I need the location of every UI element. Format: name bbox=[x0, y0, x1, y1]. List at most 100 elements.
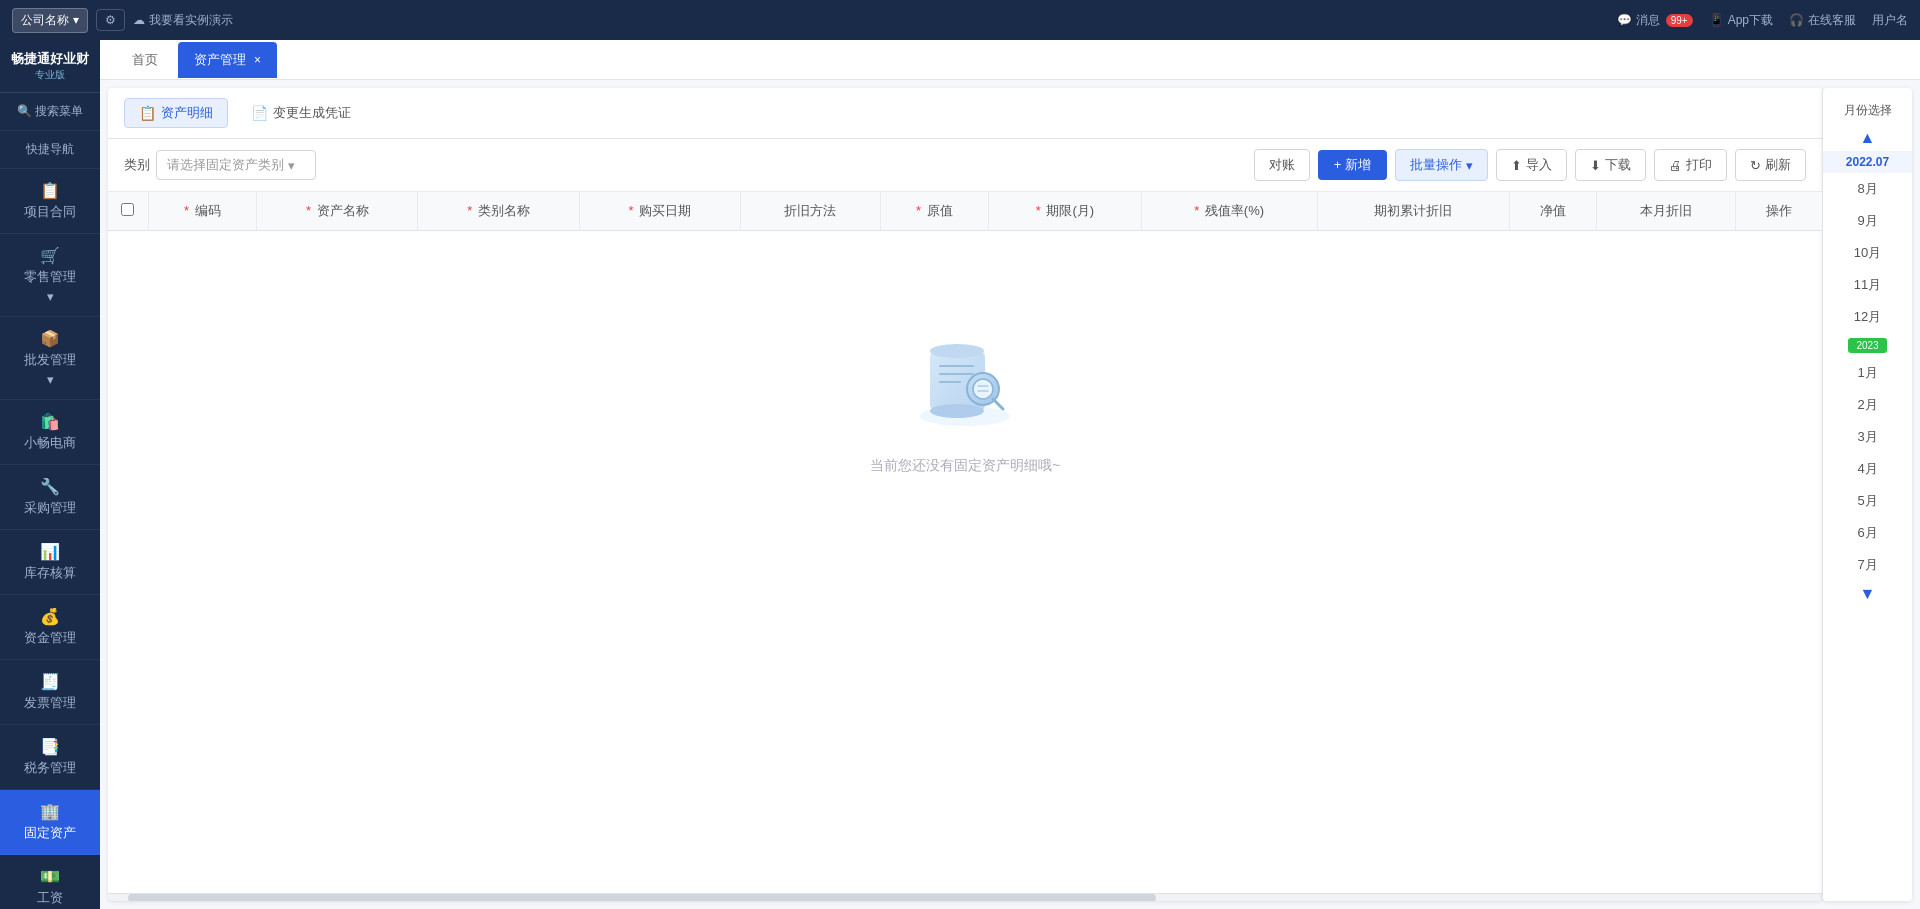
assets-table: * 编码 * 资产名称 * 类别名称 bbox=[108, 192, 1822, 565]
category-filter: 类别 请选择固定资产类别 ▾ bbox=[124, 150, 316, 180]
year-2023-badge: 2023 bbox=[1848, 338, 1886, 353]
sidebar-item-search[interactable]: 🔍 搜索菜单 bbox=[0, 93, 100, 131]
import-button[interactable]: ⬆ 导入 bbox=[1496, 149, 1567, 181]
online-service-button[interactable]: 🎧 在线客服 bbox=[1789, 12, 1856, 29]
month-item-2[interactable]: 2月 bbox=[1823, 389, 1912, 421]
th-name: * 资产名称 bbox=[257, 192, 418, 231]
th-residual-rate: * 残值率(%) bbox=[1141, 192, 1317, 231]
download-button[interactable]: ⬇ 下载 bbox=[1575, 149, 1646, 181]
th-category: * 类别名称 bbox=[418, 192, 579, 231]
tab-close-icon[interactable]: × bbox=[254, 53, 261, 67]
sub-tabs: 📋 资产明细 📄 变更生成凭证 bbox=[108, 88, 1822, 139]
fixed-assets-icon: 🏢 bbox=[40, 802, 60, 821]
message-badge: 99+ bbox=[1666, 14, 1693, 27]
svg-point-2 bbox=[930, 344, 984, 358]
company-name: 公司名称 bbox=[21, 12, 69, 29]
print-icon: 🖨 bbox=[1669, 158, 1682, 173]
download-icon: ⬇ bbox=[1590, 158, 1601, 173]
select-all-checkbox[interactable] bbox=[121, 203, 134, 216]
wholesale-arrow: ▾ bbox=[47, 372, 54, 387]
th-code: * 编码 bbox=[148, 192, 257, 231]
th-original-value: * 原值 bbox=[880, 192, 989, 231]
page-content: 📋 资产明细 📄 变更生成凭证 类别 请选择固定资产类别 ▾ bbox=[100, 80, 1920, 909]
category-label: 类别 bbox=[124, 156, 150, 174]
month-item-3[interactable]: 3月 bbox=[1823, 421, 1912, 453]
month-item-4[interactable]: 4月 bbox=[1823, 453, 1912, 485]
company-selector[interactable]: 公司名称 ▾ bbox=[12, 8, 88, 33]
category-select[interactable]: 请选择固定资产类别 ▾ bbox=[156, 150, 316, 180]
project-icon: 📋 bbox=[40, 181, 60, 200]
sidebar-item-purchase[interactable]: 🔧 采购管理 bbox=[0, 465, 100, 530]
tax-icon: 📑 bbox=[40, 737, 60, 756]
tab-home[interactable]: 首页 bbox=[116, 42, 174, 78]
th-purchase-date: * 购买日期 bbox=[579, 192, 740, 231]
refresh-icon: ↻ bbox=[1750, 158, 1761, 173]
invoice-icon: 🧾 bbox=[40, 672, 60, 691]
tab-assets[interactable]: 资产管理 × bbox=[178, 42, 277, 78]
month-item-8[interactable]: 8月 bbox=[1823, 173, 1912, 205]
month-down-nav[interactable]: ▼ bbox=[1856, 581, 1880, 607]
headset-icon: 🎧 bbox=[1789, 13, 1804, 27]
sidebar-item-salary[interactable]: 💵 工资 bbox=[0, 855, 100, 909]
th-depreciation-method: 折旧方法 bbox=[740, 192, 880, 231]
sidebar-item-quick-nav[interactable]: 快捷导航 bbox=[0, 131, 100, 169]
user-info[interactable]: 用户名 bbox=[1872, 12, 1908, 29]
sub-tab-detail[interactable]: 📋 资产明细 bbox=[124, 98, 228, 128]
svg-point-8 bbox=[973, 379, 993, 399]
add-button[interactable]: + 新增 bbox=[1318, 150, 1387, 180]
main-layout: 畅捷通好业财 专业版 🔍 搜索菜单 快捷导航 📋 项目合同 🛒 零售管理 ▾ 📦… bbox=[0, 40, 1920, 909]
empty-illustration bbox=[905, 321, 1025, 441]
month-item-11[interactable]: 11月 bbox=[1823, 269, 1912, 301]
toolbar: 类别 请选择固定资产类别 ▾ 对账 + 新增 bbox=[108, 139, 1822, 192]
wholesale-icon: 📦 bbox=[40, 329, 60, 348]
month-item-7[interactable]: 7月 bbox=[1823, 549, 1912, 581]
sidebar-item-project[interactable]: 📋 项目合同 bbox=[0, 169, 100, 234]
sidebar-item-fixed-assets[interactable]: 🏢 固定资产 bbox=[0, 790, 100, 855]
month-item-1[interactable]: 1月 bbox=[1823, 357, 1912, 389]
month-item-5[interactable]: 5月 bbox=[1823, 485, 1912, 517]
month-item-6[interactable]: 6月 bbox=[1823, 517, 1912, 549]
detail-tab-label: 资产明细 bbox=[161, 104, 213, 122]
month-year-display[interactable]: 2022.07 bbox=[1823, 151, 1912, 173]
message-button[interactable]: 💬 消息 99+ bbox=[1617, 12, 1693, 29]
brand-subtitle: 专业版 bbox=[8, 68, 92, 82]
reconcile-button[interactable]: 对账 bbox=[1254, 149, 1310, 181]
sidebar-item-tax[interactable]: 📑 税务管理 bbox=[0, 725, 100, 790]
main-panel: 📋 资产明细 📄 变更生成凭证 类别 请选择固定资产类别 ▾ bbox=[108, 88, 1822, 901]
sidebar-item-ecommerce[interactable]: 🛍️ 小畅电商 bbox=[0, 400, 100, 465]
month-up-nav[interactable]: ▲ bbox=[1856, 125, 1880, 151]
print-button[interactable]: 🖨 打印 bbox=[1654, 149, 1727, 181]
sidebar-item-retail[interactable]: 🛒 零售管理 ▾ bbox=[0, 234, 100, 317]
phone-icon: 📱 bbox=[1709, 13, 1724, 27]
category-arrow-icon: ▾ bbox=[288, 158, 295, 173]
sidebar-item-invoice[interactable]: 🧾 发票管理 bbox=[0, 660, 100, 725]
sidebar-item-wholesale[interactable]: 📦 批发管理 ▾ bbox=[0, 317, 100, 400]
sidebar-item-finance[interactable]: 💰 资金管理 bbox=[0, 595, 100, 660]
th-operation: 操作 bbox=[1736, 192, 1822, 231]
svg-line-9 bbox=[993, 399, 1003, 409]
bottom-scrollbar[interactable] bbox=[108, 893, 1822, 901]
top-bar-right: 💬 消息 99+ 📱 App下载 🎧 在线客服 用户名 bbox=[1617, 12, 1908, 29]
retail-arrow: ▾ bbox=[47, 289, 54, 304]
retail-icon: 🛒 bbox=[40, 246, 60, 265]
sidebar-item-inventory[interactable]: 📊 库存核算 bbox=[0, 530, 100, 595]
refresh-button[interactable]: ↻ 刷新 bbox=[1735, 149, 1806, 181]
month-item-9[interactable]: 9月 bbox=[1823, 205, 1912, 237]
month-item-12[interactable]: 12月 bbox=[1823, 301, 1912, 333]
batch-button[interactable]: 批量操作 ▾ bbox=[1395, 149, 1488, 181]
search-icon: 🔍 bbox=[17, 104, 32, 118]
cloud-icon: ☁ bbox=[133, 13, 145, 27]
app-download-button[interactable]: 📱 App下载 bbox=[1709, 12, 1773, 29]
detail-tab-icon: 📋 bbox=[139, 105, 156, 121]
sub-tab-voucher[interactable]: 📄 变更生成凭证 bbox=[236, 98, 366, 128]
demo-link[interactable]: ☁ 我要看实例演示 bbox=[133, 12, 233, 29]
empty-row: 当前您还没有固定资产明细哦~ bbox=[108, 231, 1822, 566]
year-2023-row: 2023 bbox=[1823, 333, 1912, 357]
settings-button[interactable]: ⚙ bbox=[96, 9, 125, 31]
inventory-icon: 📊 bbox=[40, 542, 60, 561]
tab-bar: 首页 资产管理 × bbox=[100, 40, 1920, 80]
th-checkbox bbox=[108, 192, 148, 231]
month-item-10[interactable]: 10月 bbox=[1823, 237, 1912, 269]
purchase-icon: 🔧 bbox=[40, 477, 60, 496]
top-bar-left: 公司名称 ▾ ⚙ ☁ 我要看实例演示 bbox=[12, 8, 1607, 33]
